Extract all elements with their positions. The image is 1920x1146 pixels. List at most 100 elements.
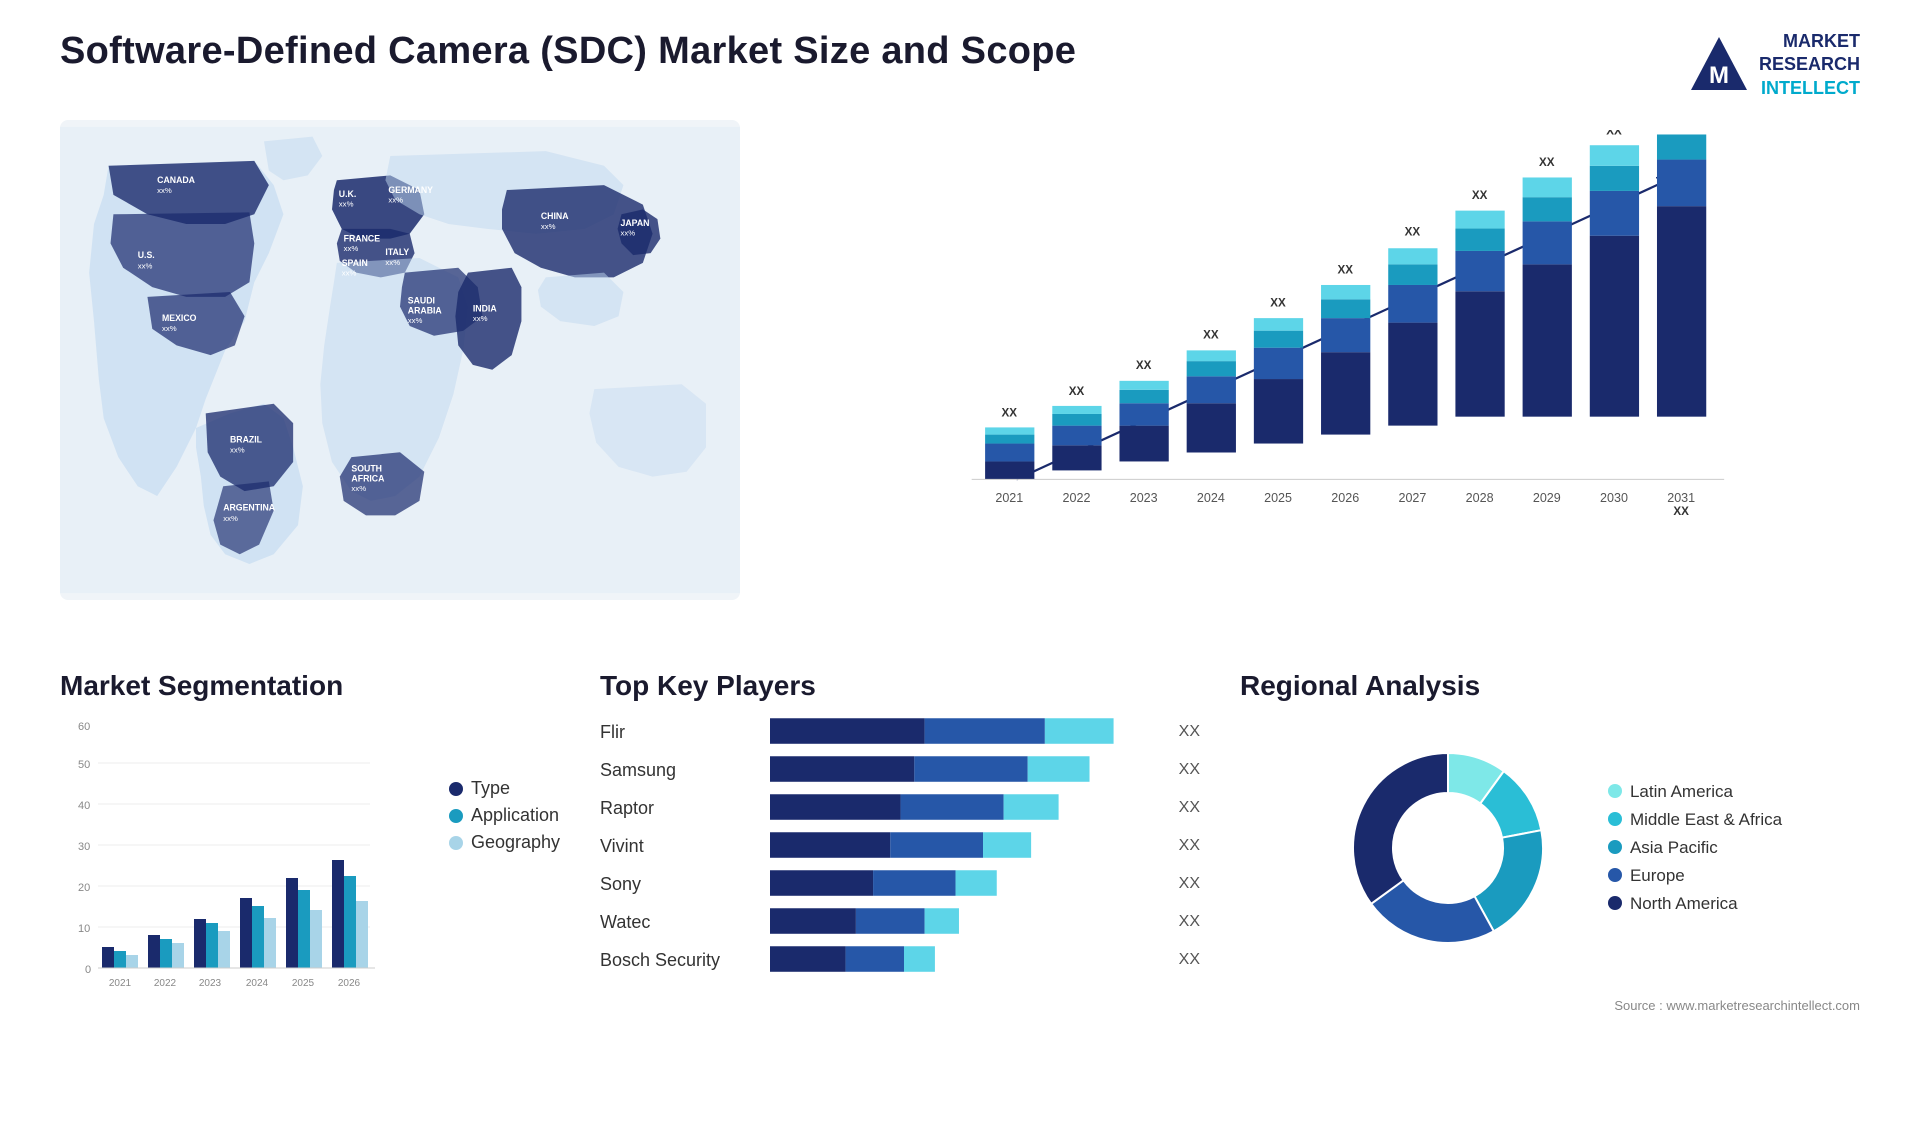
svg-text:2023: 2023: [1130, 491, 1158, 505]
svg-text:2026: 2026: [1331, 491, 1359, 505]
regional-legend-label: Europe: [1630, 866, 1685, 886]
legend-label-type: Type: [471, 778, 510, 799]
svg-text:2022: 2022: [154, 978, 177, 989]
svg-text:xx%: xx%: [157, 186, 172, 195]
player-name: Flir: [600, 722, 760, 743]
logo-line3: INTELLECT: [1759, 77, 1860, 100]
bar-chart-container: XX 2021 XX 2022 XX 2023: [780, 120, 1860, 600]
regional-legend-dot: [1608, 868, 1622, 882]
regional-legend-dot: [1608, 784, 1622, 798]
svg-text:ARGENTINA: ARGENTINA: [223, 503, 276, 513]
svg-text:2022: 2022: [1063, 491, 1091, 505]
svg-text:xx%: xx%: [621, 229, 636, 238]
svg-text:2021: 2021: [995, 491, 1023, 505]
svg-text:U.K.: U.K.: [339, 189, 356, 199]
svg-text:xx%: xx%: [408, 316, 423, 325]
player-row: RaptorXX: [600, 794, 1200, 822]
donut-chart-svg: [1318, 718, 1578, 978]
logo-area: M MARKET RESEARCH INTELLECT: [1689, 30, 1860, 100]
svg-text:SPAIN: SPAIN: [342, 258, 368, 268]
regional-legend-item: North America: [1608, 894, 1782, 914]
svg-text:2026: 2026: [338, 978, 361, 989]
map-section: CANADA xx% U.S. xx% MEXICO xx% BRAZIL xx…: [60, 120, 740, 640]
svg-text:U.S.: U.S.: [138, 250, 155, 260]
svg-text:JAPAN: JAPAN: [621, 218, 650, 228]
player-bar-svg: [770, 794, 1163, 822]
svg-text:xx%: xx%: [342, 269, 357, 278]
svg-text:XX: XX: [1673, 505, 1689, 518]
segmentation-title: Market Segmentation: [60, 670, 560, 702]
svg-text:xx%: xx%: [162, 324, 177, 333]
svg-text:XX: XX: [1472, 189, 1488, 202]
svg-text:XX: XX: [1606, 130, 1622, 137]
player-bar-wrap: [770, 718, 1163, 746]
regional-legend-item: Asia Pacific: [1608, 838, 1782, 858]
svg-text:30: 30: [78, 841, 90, 853]
svg-text:60: 60: [78, 721, 90, 733]
svg-text:XX: XX: [1203, 329, 1219, 342]
player-list: FlirXXSamsungXXRaptorXXVivintXXSonyXXWat…: [600, 718, 1200, 974]
player-row: Bosch SecurityXX: [600, 946, 1200, 974]
legend-item-application: Application: [449, 805, 560, 826]
logo-line1: MARKET: [1759, 30, 1860, 53]
regional-title: Regional Analysis: [1240, 670, 1860, 702]
player-row: SonyXX: [600, 870, 1200, 898]
world-map: CANADA xx% U.S. xx% MEXICO xx% BRAZIL xx…: [60, 120, 740, 600]
logo-text: MARKET RESEARCH INTELLECT: [1759, 30, 1860, 100]
player-value: XX: [1179, 951, 1200, 969]
player-row: VivintXX: [600, 832, 1200, 860]
svg-text:20: 20: [78, 882, 90, 894]
svg-text:MEXICO: MEXICO: [162, 313, 197, 323]
regional-legend-label: Asia Pacific: [1630, 838, 1718, 858]
source-text: Source : www.marketresearchintellect.com: [1240, 998, 1860, 1013]
player-bar-svg: [770, 756, 1163, 784]
svg-text:XX: XX: [1539, 156, 1555, 169]
player-row: WatecXX: [600, 908, 1200, 936]
legend-dot-geography: [449, 836, 463, 850]
logo-line2: RESEARCH: [1759, 53, 1860, 76]
bar-chart-section: XX 2021 XX 2022 XX 2023: [780, 120, 1860, 640]
svg-text:xx%: xx%: [138, 262, 153, 271]
regional-legend-label: Latin America: [1630, 782, 1733, 802]
svg-text:AFRICA: AFRICA: [351, 474, 385, 484]
map-svg: CANADA xx% U.S. xx% MEXICO xx% BRAZIL xx…: [60, 120, 740, 600]
svg-text:ARABIA: ARABIA: [408, 306, 443, 316]
player-name: Vivint: [600, 836, 760, 857]
regional-legend-label: Middle East & Africa: [1630, 810, 1782, 830]
regional-legend-item: Latin America: [1608, 782, 1782, 802]
player-name: Raptor: [600, 798, 760, 819]
svg-text:2025: 2025: [1264, 491, 1292, 505]
svg-text:CHINA: CHINA: [541, 211, 569, 221]
player-row: SamsungXX: [600, 756, 1200, 784]
svg-text:2023: 2023: [199, 978, 222, 989]
svg-text:2029: 2029: [1533, 491, 1561, 505]
player-bar-svg: [770, 718, 1163, 746]
key-players-title: Top Key Players: [600, 670, 1200, 702]
svg-text:2025: 2025: [292, 978, 315, 989]
player-bar-wrap: [770, 756, 1163, 784]
player-value: XX: [1179, 761, 1200, 779]
bottom-section: Market Segmentation 0 10 20 30 40 50 60: [60, 670, 1860, 1070]
svg-text:2028: 2028: [1466, 491, 1494, 505]
top-section: CANADA xx% U.S. xx% MEXICO xx% BRAZIL xx…: [60, 120, 1860, 640]
regional-legend-dot: [1608, 896, 1622, 910]
logo-icon: M: [1689, 35, 1749, 95]
svg-text:2021: 2021: [109, 978, 132, 989]
player-bar-svg: [770, 832, 1163, 860]
segmentation-section: Market Segmentation 0 10 20 30 40 50 60: [60, 670, 560, 1070]
player-bar-svg: [770, 946, 1163, 974]
svg-text:xx%: xx%: [351, 484, 366, 493]
svg-text:BRAZIL: BRAZIL: [230, 435, 263, 445]
svg-text:M: M: [1709, 62, 1729, 89]
legend-dot-type: [449, 782, 463, 796]
svg-text:XX: XX: [1002, 407, 1018, 420]
page-title: Software-Defined Camera (SDC) Market Siz…: [60, 30, 1076, 73]
svg-text:ITALY: ITALY: [385, 247, 409, 257]
player-bar-svg: [770, 908, 1163, 936]
svg-text:SOUTH: SOUTH: [351, 464, 382, 474]
svg-text:FRANCE: FRANCE: [344, 234, 381, 244]
svg-text:XX: XX: [1337, 264, 1353, 277]
svg-text:xx%: xx%: [385, 258, 400, 267]
segmentation-chart-svg: 0 10 20 30 40 50 60: [60, 718, 380, 998]
regional-legend-dot: [1608, 840, 1622, 854]
